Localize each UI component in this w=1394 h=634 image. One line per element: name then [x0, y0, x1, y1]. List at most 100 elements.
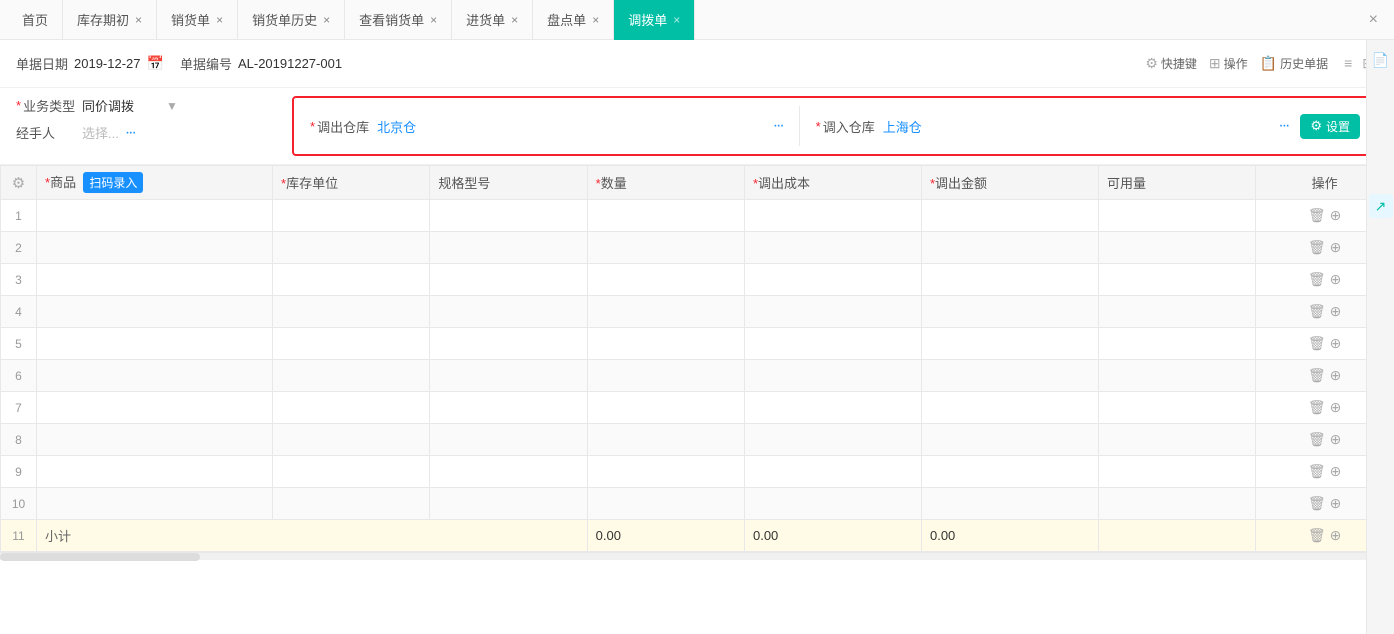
spec-cell-8[interactable] — [430, 424, 587, 456]
sidebar-doc-icon[interactable]: 📄 — [1369, 48, 1393, 72]
product-cell-8[interactable] — [37, 424, 273, 456]
cost-cell-6[interactable] — [744, 360, 921, 392]
tab-home[interactable]: 首页 — [8, 0, 63, 40]
unit-cell-8[interactable] — [273, 424, 430, 456]
copy-icon-2[interactable]: ⊕ — [1330, 239, 1342, 256]
spec-cell-10[interactable] — [430, 488, 587, 520]
product-cell-2[interactable] — [37, 232, 273, 264]
warehouse-in-more[interactable]: ··· — [1278, 117, 1288, 135]
unit-cell-6[interactable] — [273, 360, 430, 392]
tab-view-sales-close[interactable]: × — [430, 13, 437, 27]
copy-icon-5[interactable]: ⊕ — [1330, 335, 1342, 352]
spec-cell-7[interactable] — [430, 392, 587, 424]
product-cell-6[interactable] — [37, 360, 273, 392]
qty-cell-7[interactable] — [587, 392, 744, 424]
grid-view-button[interactable]: ≡ — [1340, 53, 1356, 74]
tab-sales-history[interactable]: 销货单历史 × — [238, 0, 345, 40]
product-cell-1[interactable] — [37, 200, 273, 232]
amount-cell-3[interactable] — [921, 264, 1098, 296]
scan-button[interactable]: 扫码录入 — [83, 172, 143, 193]
warehouse-in-value[interactable]: 上海仓 — [883, 117, 922, 136]
sidebar-share-icon[interactable]: ↗ — [1369, 194, 1393, 218]
handler-more-icon[interactable]: ··· — [125, 124, 135, 142]
unit-cell-2[interactable] — [273, 232, 430, 264]
cost-cell-7[interactable] — [744, 392, 921, 424]
available-cell-9[interactable] — [1098, 456, 1255, 488]
amount-cell-10[interactable] — [921, 488, 1098, 520]
cost-cell-1[interactable] — [744, 200, 921, 232]
cost-cell-2[interactable] — [744, 232, 921, 264]
delete-icon-8[interactable]: 🗑 — [1308, 431, 1326, 448]
amount-cell-4[interactable] — [921, 296, 1098, 328]
qty-cell-9[interactable] — [587, 456, 744, 488]
delete-icon-5[interactable]: 🗑 — [1308, 335, 1326, 352]
unit-cell-9[interactable] — [273, 456, 430, 488]
available-cell-10[interactable] — [1098, 488, 1255, 520]
settings-button[interactable]: ⚙ 设置 — [1300, 114, 1360, 139]
amount-cell-7[interactable] — [921, 392, 1098, 424]
amount-cell-6[interactable] — [921, 360, 1098, 392]
cost-cell-10[interactable] — [744, 488, 921, 520]
product-cell-5[interactable] — [37, 328, 273, 360]
delete-icon-4[interactable]: 🗑 — [1308, 303, 1326, 320]
product-cell-3[interactable] — [37, 264, 273, 296]
qty-cell-4[interactable] — [587, 296, 744, 328]
delete-icon-9[interactable]: 🗑 — [1308, 463, 1326, 480]
tab-sales-history-close[interactable]: × — [323, 13, 330, 27]
warehouse-out-value[interactable]: 北京仓 — [377, 117, 416, 136]
handler-placeholder[interactable]: 选择... — [82, 123, 119, 142]
unit-cell-3[interactable] — [273, 264, 430, 296]
qty-cell-3[interactable] — [587, 264, 744, 296]
copy-icon-9[interactable]: ⊕ — [1330, 463, 1342, 480]
delete-icon-7[interactable]: 🗑 — [1308, 399, 1326, 416]
copy-icon-4[interactable]: ⊕ — [1330, 303, 1342, 320]
available-cell-4[interactable] — [1098, 296, 1255, 328]
amount-cell-1[interactable] — [921, 200, 1098, 232]
history-button[interactable]: 📋 历史单据 — [1260, 55, 1328, 72]
spec-cell-6[interactable] — [430, 360, 587, 392]
copy-icon-1[interactable]: ⊕ — [1330, 207, 1342, 224]
amount-cell-5[interactable] — [921, 328, 1098, 360]
scrollbar-thumb[interactable] — [0, 553, 200, 561]
copy-icon-8[interactable]: ⊕ — [1330, 431, 1342, 448]
spec-cell-2[interactable] — [430, 232, 587, 264]
cost-cell-9[interactable] — [744, 456, 921, 488]
copy-icon-3[interactable]: ⊕ — [1330, 271, 1342, 288]
available-cell-2[interactable] — [1098, 232, 1255, 264]
tab-sales[interactable]: 销货单 × — [157, 0, 238, 40]
unit-cell-5[interactable] — [273, 328, 430, 360]
qty-cell-10[interactable] — [587, 488, 744, 520]
copy-icon-7[interactable]: ⊕ — [1330, 399, 1342, 416]
tab-purchase-close[interactable]: × — [511, 13, 518, 27]
qty-cell-5[interactable] — [587, 328, 744, 360]
tab-sales-close[interactable]: × — [216, 13, 223, 27]
delete-icon-10[interactable]: 🗑 — [1308, 495, 1326, 512]
available-cell-5[interactable] — [1098, 328, 1255, 360]
unit-cell-10[interactable] — [273, 488, 430, 520]
spec-cell-3[interactable] — [430, 264, 587, 296]
qty-cell-8[interactable] — [587, 424, 744, 456]
amount-cell-8[interactable] — [921, 424, 1098, 456]
amount-cell-2[interactable] — [921, 232, 1098, 264]
unit-cell-1[interactable] — [273, 200, 430, 232]
delete-icon-1[interactable]: 🗑 — [1308, 207, 1326, 224]
close-all-button[interactable]: × — [1361, 11, 1386, 29]
qty-cell-1[interactable] — [587, 200, 744, 232]
tab-stocktake-close[interactable]: × — [592, 13, 599, 27]
product-cell-9[interactable] — [37, 456, 273, 488]
available-cell-1[interactable] — [1098, 200, 1255, 232]
amount-cell-9[interactable] — [921, 456, 1098, 488]
qty-cell-6[interactable] — [587, 360, 744, 392]
available-cell-7[interactable] — [1098, 392, 1255, 424]
cost-cell-5[interactable] — [744, 328, 921, 360]
product-cell-7[interactable] — [37, 392, 273, 424]
tab-inventory-init-close[interactable]: × — [135, 13, 142, 27]
delete-icon-3[interactable]: 🗑 — [1308, 271, 1326, 288]
tab-purchase[interactable]: 进货单 × — [452, 0, 533, 40]
product-cell-10[interactable] — [37, 488, 273, 520]
biz-type-dropdown[interactable]: 同价调拨 ▼ — [82, 96, 178, 115]
horizontal-scrollbar[interactable] — [0, 552, 1394, 560]
unit-cell-7[interactable] — [273, 392, 430, 424]
calendar-icon[interactable]: 📅 — [147, 55, 164, 72]
warehouse-out-more[interactable]: ··· — [773, 117, 783, 135]
